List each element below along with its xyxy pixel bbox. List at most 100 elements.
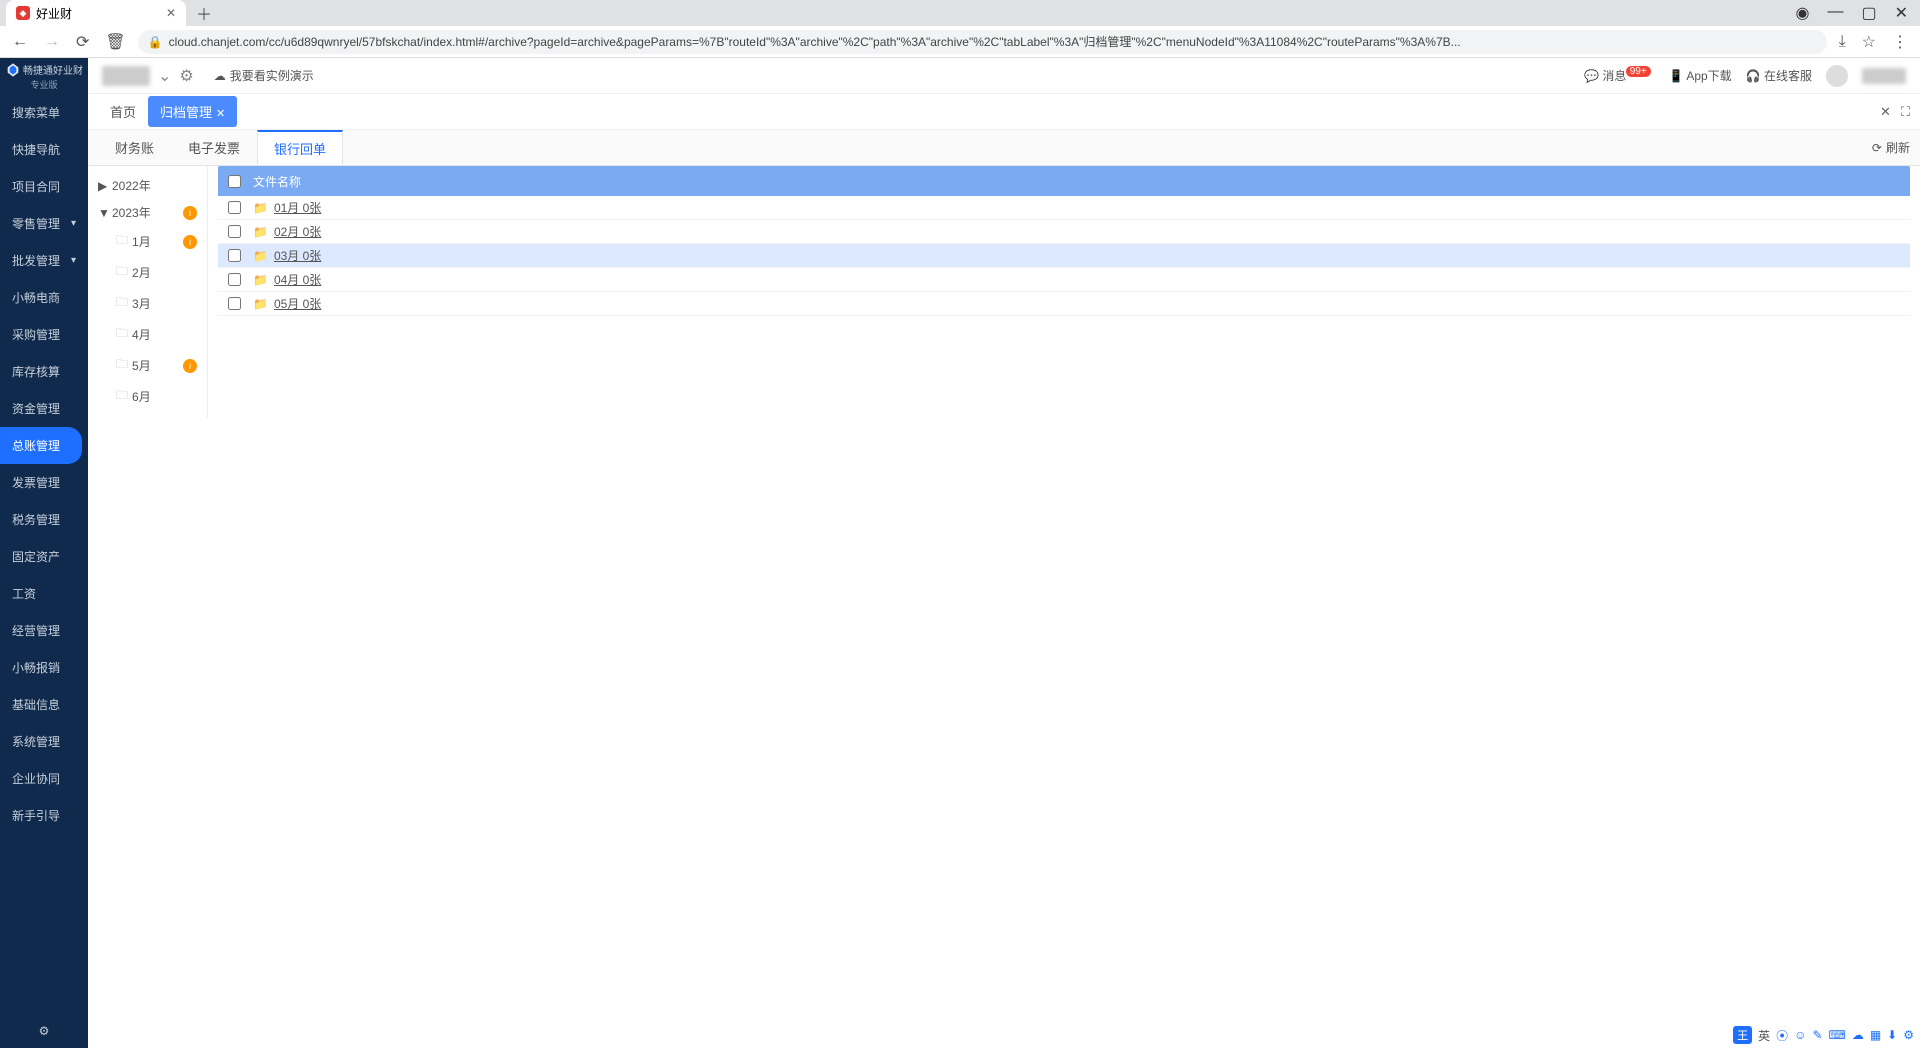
chevron-down-icon: ▾ [71, 218, 76, 229]
demo-link[interactable]: ☁ 我要看实例演示 [214, 67, 314, 84]
ime-toolbar: 王 英 ⦿ ☺ ✎ ⌨ ☁ ▦ ⬇ ⚙ [1733, 1026, 1914, 1044]
close-all-tabs-icon[interactable]: ✕ [1880, 104, 1891, 120]
sidebar-item-10[interactable]: 发票管理 [0, 464, 88, 501]
sidebar-item-15[interactable]: 小畅报销 [0, 649, 88, 686]
file-link[interactable]: 05月 0张 [274, 295, 321, 312]
tree-month-6[interactable]: 🗀6月 [88, 381, 207, 412]
sidebar-item-0[interactable]: 搜索菜单 [0, 94, 88, 131]
row-checkbox[interactable] [228, 201, 241, 214]
sidebar-item-11[interactable]: 税务管理 [0, 501, 88, 538]
minimize-icon[interactable]: — [1827, 3, 1843, 23]
username-redacted: xx [1862, 68, 1906, 84]
subtab-bankreceipt[interactable]: 银行回单 [257, 130, 343, 165]
select-all-checkbox[interactable] [228, 175, 241, 188]
star-icon[interactable]: ☆ [1858, 28, 1880, 56]
ime-lang[interactable]: 英 [1758, 1027, 1770, 1044]
ime-icon-4[interactable]: ⌨ [1829, 1028, 1846, 1042]
tree-year-2023[interactable]: ▼ 2023年 i [88, 199, 207, 226]
sidebar-item-2[interactable]: 项目合同 [0, 168, 88, 205]
sub-tabs: 财务账 电子发票 银行回单 ⟳ 刷新 [88, 130, 1920, 166]
install-icon[interactable]: ⤓ [1835, 29, 1850, 55]
org-selector[interactable]: xx ⌄ ⚙ [102, 66, 194, 86]
ime-badge[interactable]: 王 [1733, 1026, 1752, 1044]
trash-icon[interactable]: 🗑 [101, 28, 129, 56]
more-icon[interactable]: ⋮ [1888, 28, 1912, 56]
sidebar-item-17[interactable]: 系统管理 [0, 723, 88, 760]
sidebar-item-4[interactable]: 批发管理▾ [0, 242, 88, 279]
sidebar-item-19[interactable]: 新手引导 [0, 797, 88, 834]
tab-home[interactable]: 首页 [98, 96, 148, 127]
row-checkbox[interactable] [228, 249, 241, 262]
subtab-finance[interactable]: 财务账 [98, 130, 171, 165]
ime-icon-6[interactable]: ▦ [1870, 1028, 1881, 1042]
tree-month-3[interactable]: 🗀3月 [88, 288, 207, 319]
gear-icon[interactable]: ⚙ [179, 66, 193, 86]
page-tabs: 首页 归档管理✕ ✕ ⛶ [88, 94, 1920, 130]
file-link[interactable]: 03月 0张 [274, 247, 321, 264]
ime-icon-1[interactable]: ⦿ [1776, 1027, 1788, 1044]
sidebar-item-8[interactable]: 资金管理 [0, 390, 88, 427]
row-checkbox[interactable] [228, 297, 241, 310]
close-window-icon[interactable]: ✕ [1895, 3, 1908, 23]
settings-icon[interactable]: ⚙ [0, 1014, 88, 1048]
row-checkbox[interactable] [228, 225, 241, 238]
table-row[interactable]: 📁04月 0张 [218, 268, 1910, 292]
app-download-button[interactable]: 📱 App下载 [1669, 67, 1732, 84]
tree-year-2022[interactable]: ▶ 2022年 [88, 172, 207, 199]
tree-month-4[interactable]: 🗀4月 [88, 319, 207, 350]
ime-icon-2[interactable]: ☺ [1794, 1028, 1806, 1042]
account-icon[interactable]: ◉ [1796, 3, 1810, 23]
row-checkbox[interactable] [228, 273, 241, 286]
sidebar-item-14[interactable]: 经营管理 [0, 612, 88, 649]
table-row[interactable]: 📁01月 0张 [218, 196, 1910, 220]
sidebar-item-1[interactable]: 快捷导航 [0, 131, 88, 168]
sidebar-item-6[interactable]: 采购管理 [0, 316, 88, 353]
url-bar[interactable]: 🔒 cloud.chanjet.com/cc/u6d89qwnryel/57bf… [138, 30, 1827, 54]
close-tab-icon[interactable]: ✕ [216, 108, 225, 120]
sidebar-item-3[interactable]: 零售管理▾ [0, 205, 88, 242]
forward-icon[interactable]: → [40, 29, 64, 55]
sidebar-item-7[interactable]: 库存核算 [0, 353, 88, 390]
folder-icon: 📁 [253, 225, 268, 239]
tree-month-2[interactable]: 🗀2月 [88, 257, 207, 288]
sidebar-item-5[interactable]: 小畅电商 [0, 279, 88, 316]
fullscreen-icon[interactable]: ⛶ [1901, 104, 1910, 120]
browser-tab[interactable]: ◆ 好业财 ✕ [6, 0, 186, 26]
sidebar-item-16[interactable]: 基础信息 [0, 686, 88, 723]
avatar[interactable] [1826, 65, 1848, 87]
tree-month-5[interactable]: 🗀5月i [88, 350, 207, 381]
brand-line1: 畅捷通好业财 [23, 62, 83, 77]
alert-badge: i [183, 206, 197, 220]
chevron-down-icon: ⌄ [158, 66, 171, 86]
file-link[interactable]: 01月 0张 [274, 199, 321, 216]
ime-icon-5[interactable]: ☁ [1852, 1028, 1864, 1042]
sidebar-item-9[interactable]: 总账管理 [0, 427, 82, 464]
ime-icon-3[interactable]: ✎ [1812, 1028, 1822, 1042]
refresh-button[interactable]: ⟳ 刷新 [1872, 130, 1910, 165]
subtab-einvoice[interactable]: 电子发票 [171, 130, 257, 165]
table-row[interactable]: 📁05月 0张 [218, 292, 1910, 316]
headset-icon: 🎧 [1746, 69, 1761, 83]
chat-icon: 💬 [1584, 69, 1599, 83]
brand-logo: 畅捷通好业财 专业版 [0, 58, 88, 94]
online-service-button[interactable]: 🎧 在线客服 [1746, 67, 1812, 84]
sidebar-item-12[interactable]: 固定资产 [0, 538, 88, 575]
tab-archive[interactable]: 归档管理✕ [148, 96, 237, 127]
file-link[interactable]: 02月 0张 [274, 223, 321, 240]
maximize-icon[interactable]: ▢ [1861, 3, 1876, 23]
table-row[interactable]: 📁03月 0张 [218, 244, 1910, 268]
tree-month-1[interactable]: 🗀1月i [88, 226, 207, 257]
folder-outline-icon: 🗀 [116, 324, 128, 345]
ime-icon-8[interactable]: ⚙ [1903, 1028, 1914, 1042]
new-tab-button[interactable]: ＋ [196, 1, 212, 25]
back-icon[interactable]: ← [8, 29, 32, 55]
reload-icon[interactable]: ⟳ [72, 28, 93, 56]
message-button[interactable]: 💬 消息 99+ [1584, 67, 1655, 84]
app-header: xx ⌄ ⚙ ☁ 我要看实例演示 💬 消息 99+ 📱 App下载 🎧 在线客服… [88, 58, 1920, 94]
close-tab-icon[interactable]: ✕ [166, 6, 176, 20]
ime-icon-7[interactable]: ⬇ [1887, 1028, 1897, 1042]
table-row[interactable]: 📁 02月 0张 [218, 220, 1910, 244]
file-link[interactable]: 04月 0张 [274, 271, 321, 288]
sidebar-item-18[interactable]: 企业协同 [0, 760, 88, 797]
sidebar-item-13[interactable]: 工资 [0, 575, 88, 612]
